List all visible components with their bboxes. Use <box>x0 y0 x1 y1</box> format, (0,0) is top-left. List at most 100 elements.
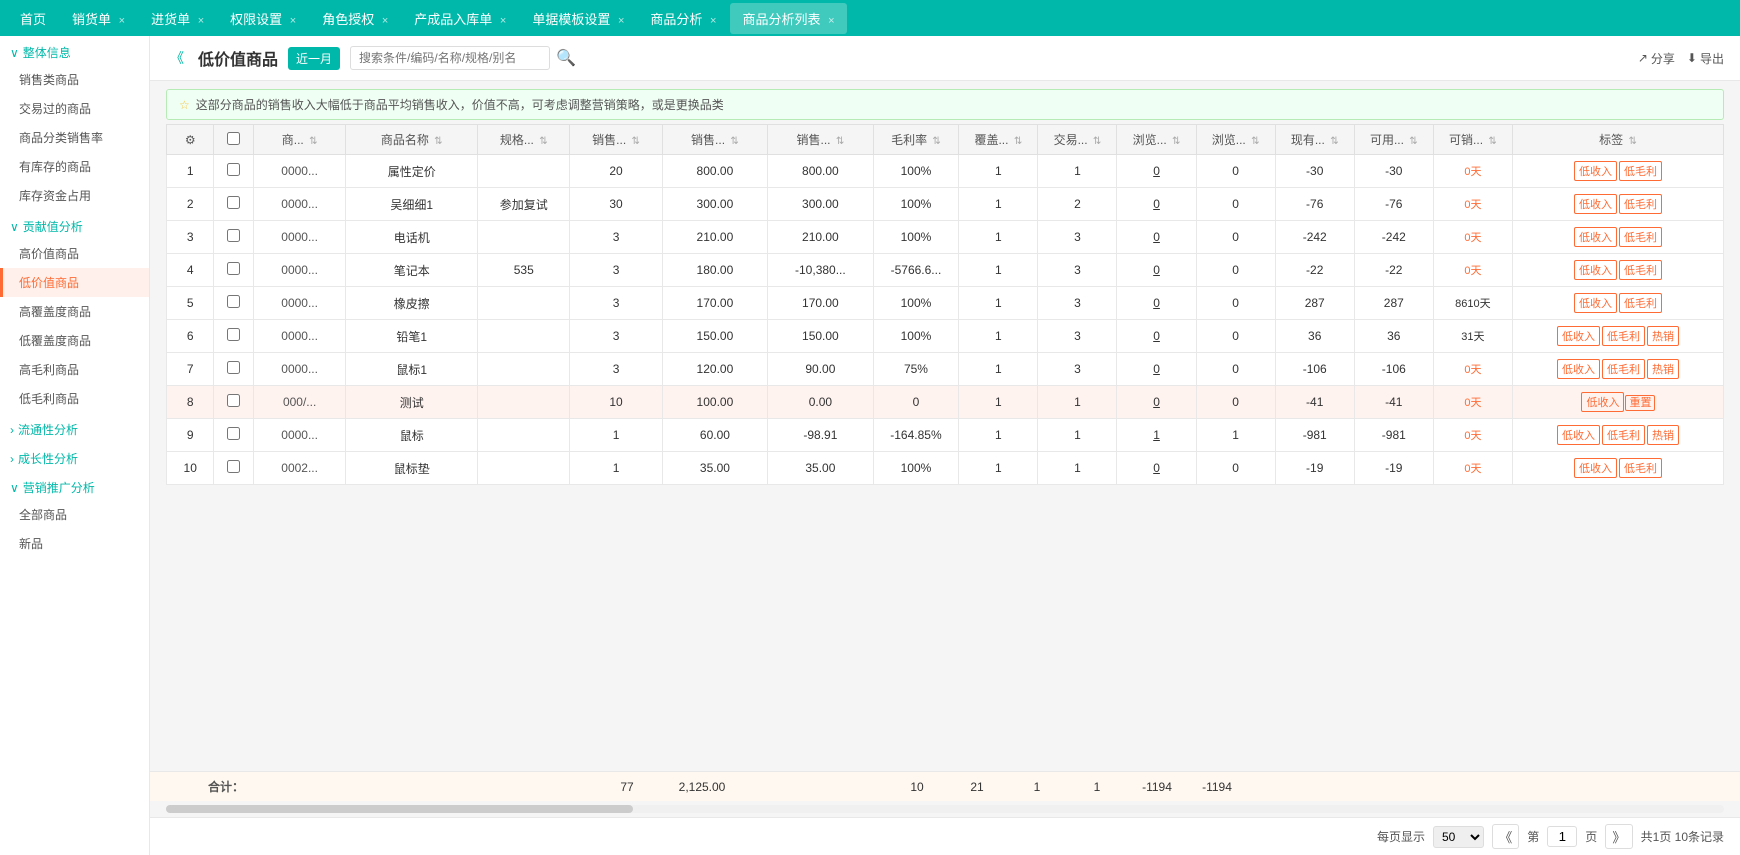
row-browse2: 0 <box>1196 452 1275 485</box>
row-check[interactable] <box>227 163 240 176</box>
row-checkbox[interactable] <box>214 155 254 188</box>
browse-link[interactable]: 0 <box>1153 230 1160 244</box>
sidebar-group-contribution[interactable]: ∨ 贡献值分析 <box>0 210 149 239</box>
sidebar-item-high-value[interactable]: 高价值商品 <box>0 239 149 268</box>
sidebar-item-high-coverage[interactable]: 高覆盖度商品 <box>0 297 149 326</box>
horizontal-scrollbar[interactable] <box>166 805 1724 813</box>
row-check[interactable] <box>227 460 240 473</box>
collapse-sidebar-btn[interactable]: 《 <box>166 44 188 72</box>
nav-product-warehouse[interactable]: 产成品入库单 × <box>402 3 518 34</box>
sidebar-group-marketing[interactable]: ∨ 营销推广分析 <box>0 471 149 500</box>
scrollbar-thumb[interactable] <box>166 805 633 813</box>
sidebar-item-sales-products[interactable]: 销售类商品 <box>0 65 149 94</box>
first-page-btn[interactable]: 《 <box>1492 824 1519 849</box>
sidebar-item-all-products[interactable]: 全部商品 <box>0 500 149 529</box>
row-checkbox[interactable] <box>214 353 254 386</box>
share-button[interactable]: ↗ 分享 <box>1638 50 1675 67</box>
row-browse1[interactable]: 0 <box>1117 188 1196 221</box>
close-icon[interactable]: × <box>828 15 834 27</box>
row-browse1[interactable]: 0 <box>1117 287 1196 320</box>
nav-product-analysis[interactable]: 商品分析 × <box>638 3 728 34</box>
nav-role-auth[interactable]: 角色授权 × <box>310 3 400 34</box>
close-icon[interactable]: × <box>618 15 624 27</box>
nav-template-settings[interactable]: 单据模板设置 × <box>520 3 636 34</box>
sidebar-item-new-products[interactable]: 新品 <box>0 529 149 558</box>
row-code: 0000... <box>254 320 346 353</box>
row-coverage: 1 <box>959 386 1038 419</box>
row-browse1[interactable]: 0 <box>1117 353 1196 386</box>
col-check[interactable] <box>214 125 254 155</box>
row-checkbox[interactable] <box>214 320 254 353</box>
row-browse1[interactable]: 1 <box>1117 419 1196 452</box>
close-icon[interactable]: × <box>710 15 716 27</box>
sidebar-group-growth[interactable]: › 成长性分析 <box>0 442 149 471</box>
browse-link[interactable]: 0 <box>1153 461 1160 475</box>
sidebar-item-category-sales-rate[interactable]: 商品分类销售率 <box>0 123 149 152</box>
browse-link[interactable]: 1 <box>1153 428 1160 442</box>
data-table: ⚙ 商... ⇅ 商品名称 ⇅ 规格... ⇅ 销售... ⇅ 销售... ⇅ … <box>166 124 1724 485</box>
row-check[interactable] <box>227 394 240 407</box>
row-checkbox[interactable] <box>214 254 254 287</box>
col-settings[interactable]: ⚙ <box>167 125 214 155</box>
search-icon[interactable]: 🔍 <box>556 48 576 68</box>
nav-sales-order[interactable]: 销货单 × <box>60 3 137 34</box>
row-coverage: 1 <box>959 188 1038 221</box>
close-icon[interactable]: × <box>198 15 204 27</box>
nav-purchase-order[interactable]: 进货单 × <box>139 3 216 34</box>
tag-low-income: 低收入 <box>1574 227 1617 247</box>
row-checkbox[interactable] <box>214 419 254 452</box>
row-checkbox[interactable] <box>214 452 254 485</box>
browse-link[interactable]: 0 <box>1153 329 1160 343</box>
sidebar-item-low-coverage[interactable]: 低覆盖度商品 <box>0 326 149 355</box>
nav-permissions[interactable]: 权限设置 × <box>218 3 308 34</box>
sidebar-item-low-value[interactable]: 低价值商品 <box>0 268 149 297</box>
row-checkbox[interactable] <box>214 221 254 254</box>
table-container[interactable]: ⚙ 商... ⇅ 商品名称 ⇅ 规格... ⇅ 销售... ⇅ 销售... ⇅ … <box>150 124 1740 771</box>
sidebar-item-low-margin[interactable]: 低毛利商品 <box>0 384 149 413</box>
row-browse1[interactable]: 0 <box>1117 221 1196 254</box>
row-checkbox[interactable] <box>214 188 254 221</box>
tag-low-margin: 低毛利 <box>1602 326 1645 346</box>
row-check[interactable] <box>227 361 240 374</box>
row-browse1[interactable]: 0 <box>1117 155 1196 188</box>
page-input[interactable] <box>1547 826 1577 847</box>
sidebar-item-stock-capital[interactable]: 库存资金占用 <box>0 181 149 210</box>
close-icon[interactable]: × <box>290 15 296 27</box>
row-check[interactable] <box>227 328 240 341</box>
row-check[interactable] <box>227 427 240 440</box>
sidebar-item-stock-products[interactable]: 有库存的商品 <box>0 152 149 181</box>
row-browse2: 0 <box>1196 287 1275 320</box>
row-browse1[interactable]: 0 <box>1117 320 1196 353</box>
sidebar-item-high-margin[interactable]: 高毛利商品 <box>0 355 149 384</box>
row-browse1[interactable]: 0 <box>1117 386 1196 419</box>
browse-link[interactable]: 0 <box>1153 197 1160 211</box>
sidebar-group-overall[interactable]: ∨ 整体信息 <box>0 36 149 65</box>
next-page-btn[interactable]: 》 <box>1605 824 1632 849</box>
nav-product-analysis-list[interactable]: 商品分析列表 × <box>730 3 846 34</box>
browse-link[interactable]: 0 <box>1153 395 1160 409</box>
browse-link[interactable]: 0 <box>1153 296 1160 310</box>
browse-link[interactable]: 0 <box>1153 164 1160 178</box>
select-all-checkbox[interactable] <box>227 132 240 145</box>
close-icon[interactable]: × <box>119 15 125 27</box>
row-checkbox[interactable] <box>214 386 254 419</box>
row-check[interactable] <box>227 229 240 242</box>
row-browse1[interactable]: 0 <box>1117 254 1196 287</box>
close-icon[interactable]: × <box>500 15 506 27</box>
nav-home[interactable]: 首页 <box>8 3 58 34</box>
row-check[interactable] <box>227 196 240 209</box>
browse-link[interactable]: 0 <box>1153 362 1160 376</box>
export-button[interactable]: ⬇ 导出 <box>1687 50 1724 67</box>
sidebar-group-circulation[interactable]: › 流通性分析 <box>0 413 149 442</box>
search-input[interactable] <box>350 46 550 70</box>
row-checkbox[interactable] <box>214 287 254 320</box>
browse-link[interactable]: 0 <box>1153 263 1160 277</box>
row-spec <box>478 419 570 452</box>
period-button[interactable]: 近一月 <box>288 47 340 70</box>
close-icon[interactable]: × <box>382 15 388 27</box>
row-check[interactable] <box>227 295 240 308</box>
sidebar-item-traded-products[interactable]: 交易过的商品 <box>0 94 149 123</box>
row-check[interactable] <box>227 262 240 275</box>
row-browse1[interactable]: 0 <box>1117 452 1196 485</box>
per-page-select[interactable]: 50 100 200 <box>1433 826 1484 848</box>
